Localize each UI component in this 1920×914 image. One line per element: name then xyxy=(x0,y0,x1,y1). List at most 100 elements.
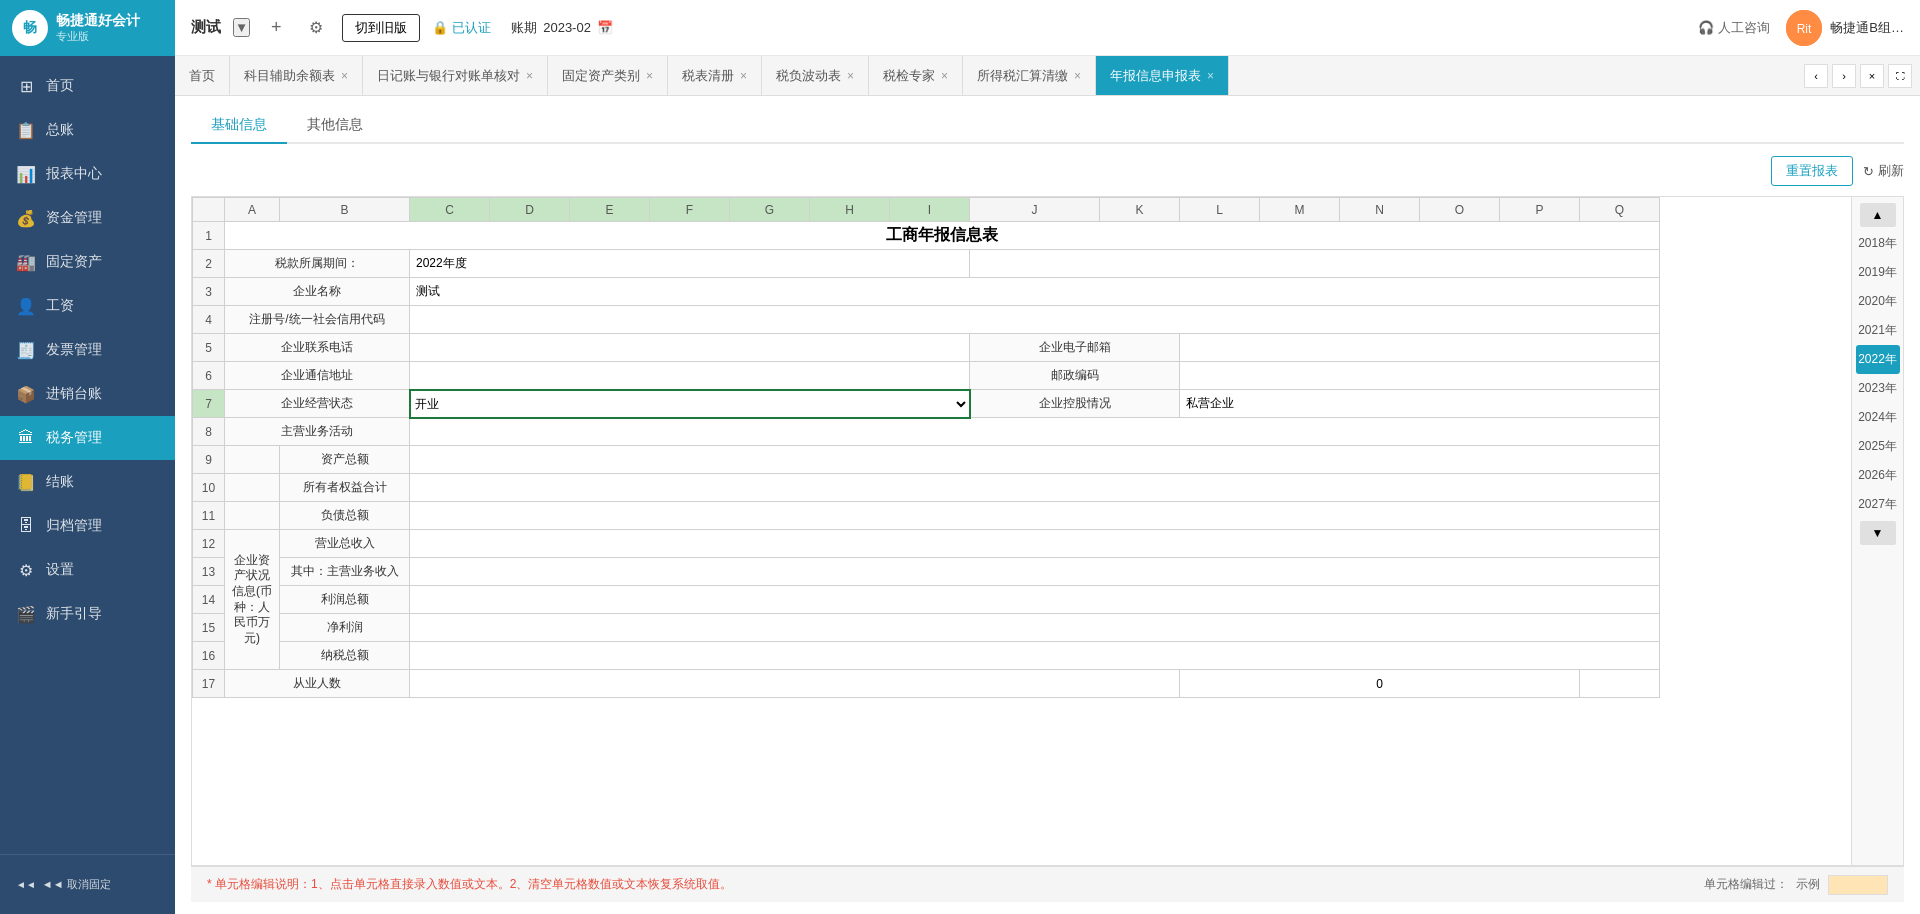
biz-status-cell[interactable]: 开业 注销 吊销 迁出 撤销 xyxy=(410,390,970,418)
year-item-2026[interactable]: 2026年 xyxy=(1856,461,1900,490)
sidebar-item-funds[interactable]: 💰 资金管理 xyxy=(0,196,175,240)
company-name-cell[interactable]: 测试 xyxy=(410,278,1660,306)
profit-cell[interactable] xyxy=(410,586,1660,614)
col-header-e[interactable]: E xyxy=(570,198,650,222)
main-revenue-cell[interactable] xyxy=(410,558,1660,586)
col-header-i[interactable]: I xyxy=(890,198,970,222)
sidebar-item-label: 发票管理 xyxy=(46,341,102,359)
col-header-q[interactable]: Q xyxy=(1580,198,1660,222)
employees-value[interactable]: 0 xyxy=(1180,670,1580,698)
sidebar-item-sales[interactable]: 📦 进销台账 xyxy=(0,372,175,416)
tab-next-button[interactable]: › xyxy=(1832,64,1856,88)
col-header-a[interactable]: A xyxy=(225,198,280,222)
tab-tax-expert[interactable]: 税检专家 × xyxy=(869,56,963,95)
col-header-p[interactable]: P xyxy=(1500,198,1580,222)
tab-close-icon[interactable]: × xyxy=(526,69,533,83)
tab-close-icon[interactable]: × xyxy=(740,69,747,83)
reset-report-button[interactable]: 重置报表 xyxy=(1771,156,1853,186)
holding-cell[interactable]: 私营企业 xyxy=(1180,390,1660,418)
year-item-2027[interactable]: 2027年 xyxy=(1856,490,1900,519)
year-item-2018[interactable]: 2018年 xyxy=(1856,229,1900,258)
year-item-2024[interactable]: 2024年 xyxy=(1856,403,1900,432)
employees-cell[interactable] xyxy=(410,670,1180,698)
year-item-2023[interactable]: 2023年 xyxy=(1856,374,1900,403)
col-header-j[interactable]: J xyxy=(970,198,1100,222)
period-value-cell[interactable]: 2022年度 xyxy=(410,250,970,278)
tab-home[interactable]: 首页 xyxy=(175,56,230,95)
title-dropdown-button[interactable]: ▼ xyxy=(233,18,250,37)
sidebar-item-home[interactable]: ⊞ 首页 xyxy=(0,64,175,108)
tab-prev-button[interactable]: ‹ xyxy=(1804,64,1828,88)
col-header-n[interactable]: N xyxy=(1340,198,1420,222)
col-header-f[interactable]: F xyxy=(650,198,730,222)
postal-cell[interactable] xyxy=(1180,362,1660,390)
sheet-title-cell[interactable]: 工商年报信息表 xyxy=(225,222,1660,250)
settings-button[interactable]: ⚙ xyxy=(302,14,330,42)
year-item-2020[interactable]: 2020年 xyxy=(1856,287,1900,316)
tab-close-icon[interactable]: × xyxy=(341,69,348,83)
tab-annual-report[interactable]: 年报信息申报表 × xyxy=(1096,56,1229,95)
tab-close-icon[interactable]: × xyxy=(847,69,854,83)
main-biz-cell[interactable] xyxy=(410,418,1660,446)
user-menu[interactable]: Rit 畅捷通B组… xyxy=(1786,10,1904,46)
sidebar-item-ledger[interactable]: 📋 总账 xyxy=(0,108,175,152)
sub-tab-basic[interactable]: 基础信息 xyxy=(191,108,287,144)
old-version-button[interactable]: 切到旧版 xyxy=(342,14,420,42)
sidebar-item-guide[interactable]: 🎬 新手引导 xyxy=(0,592,175,636)
revenue-total-cell[interactable] xyxy=(410,530,1660,558)
sidebar-item-reports[interactable]: 📊 报表中心 xyxy=(0,152,175,196)
tab-close-icon[interactable]: × xyxy=(941,69,948,83)
tab-fixed-assets-category[interactable]: 固定资产类别 × xyxy=(548,56,668,95)
liabilities-cell[interactable] xyxy=(410,502,1660,530)
year-item-2025[interactable]: 2025年 xyxy=(1856,432,1900,461)
equity-cell[interactable] xyxy=(410,474,1660,502)
year-item-2021[interactable]: 2021年 xyxy=(1856,316,1900,345)
sidebar-item-assets[interactable]: 🏭 固定资产 xyxy=(0,240,175,284)
sidebar-item-settings[interactable]: ⚙ 设置 xyxy=(0,548,175,592)
cancel-fix-button[interactable]: ◄◄ ◄◄ 取消固定 xyxy=(0,867,175,902)
service-button[interactable]: 🎧 人工咨询 xyxy=(1698,19,1770,37)
sub-tab-other[interactable]: 其他信息 xyxy=(287,108,383,144)
refresh-button[interactable]: ↻ 刷新 xyxy=(1863,162,1904,180)
col-header-o[interactable]: O xyxy=(1420,198,1500,222)
tab-expand-button[interactable]: ⛶ xyxy=(1888,64,1912,88)
tab-bank-reconcile[interactable]: 日记账与银行对账单核对 × xyxy=(363,56,548,95)
col-header-k[interactable]: K xyxy=(1100,198,1180,222)
tab-close-all-button[interactable]: × xyxy=(1860,64,1884,88)
net-profit-cell[interactable] xyxy=(410,614,1660,642)
col-header-m[interactable]: M xyxy=(1260,198,1340,222)
year-scroll-up-button[interactable]: ▲ xyxy=(1860,203,1896,227)
add-button[interactable]: + xyxy=(262,14,290,42)
phone-cell[interactable] xyxy=(410,334,970,362)
email-cell[interactable] xyxy=(1180,334,1660,362)
col-header-b[interactable]: B xyxy=(280,198,410,222)
tax-total-cell[interactable] xyxy=(410,642,1660,670)
year-item-2022[interactable]: 2022年 xyxy=(1856,345,1900,374)
tab-income-tax[interactable]: 所得税汇算清缴 × xyxy=(963,56,1096,95)
col-header-l[interactable]: L xyxy=(1180,198,1260,222)
col-header-g[interactable]: G xyxy=(730,198,810,222)
sidebar-item-archive[interactable]: 🗄 归档管理 xyxy=(0,504,175,548)
reg-no-cell[interactable] xyxy=(410,306,1660,334)
tab-close-icon[interactable]: × xyxy=(646,69,653,83)
address-cell[interactable] xyxy=(410,362,970,390)
sidebar-item-salary[interactable]: 👤 工资 xyxy=(0,284,175,328)
sidebar-item-tax[interactable]: 🏛 税务管理 xyxy=(0,416,175,460)
year-item-2019[interactable]: 2019年 xyxy=(1856,258,1900,287)
col-header-h[interactable]: H xyxy=(810,198,890,222)
tab-tax-fluctuation[interactable]: 税负波动表 × xyxy=(762,56,869,95)
col-header-c[interactable]: C xyxy=(410,198,490,222)
tab-tax-table[interactable]: 税表清册 × xyxy=(668,56,762,95)
tab-subject-balance[interactable]: 科目辅助余额表 × xyxy=(230,56,363,95)
sidebar-item-invoice[interactable]: 🧾 发票管理 xyxy=(0,328,175,372)
period-selector[interactable]: 账期 2023-02 📅 xyxy=(511,19,613,37)
biz-status-dropdown[interactable]: 开业 注销 吊销 迁出 撤销 xyxy=(411,391,969,417)
sidebar-item-close[interactable]: 📒 结账 xyxy=(0,460,175,504)
col-header-d[interactable]: D xyxy=(490,198,570,222)
tab-close-icon[interactable]: × xyxy=(1074,69,1081,83)
year-scroll-down-button[interactable]: ▼ xyxy=(1860,521,1896,545)
tab-label: 固定资产类别 xyxy=(562,67,640,85)
spreadsheet-container[interactable]: A B C D E F G H I J xyxy=(192,197,1851,865)
total-assets-cell[interactable] xyxy=(410,446,1660,474)
tab-close-icon[interactable]: × xyxy=(1207,69,1214,83)
